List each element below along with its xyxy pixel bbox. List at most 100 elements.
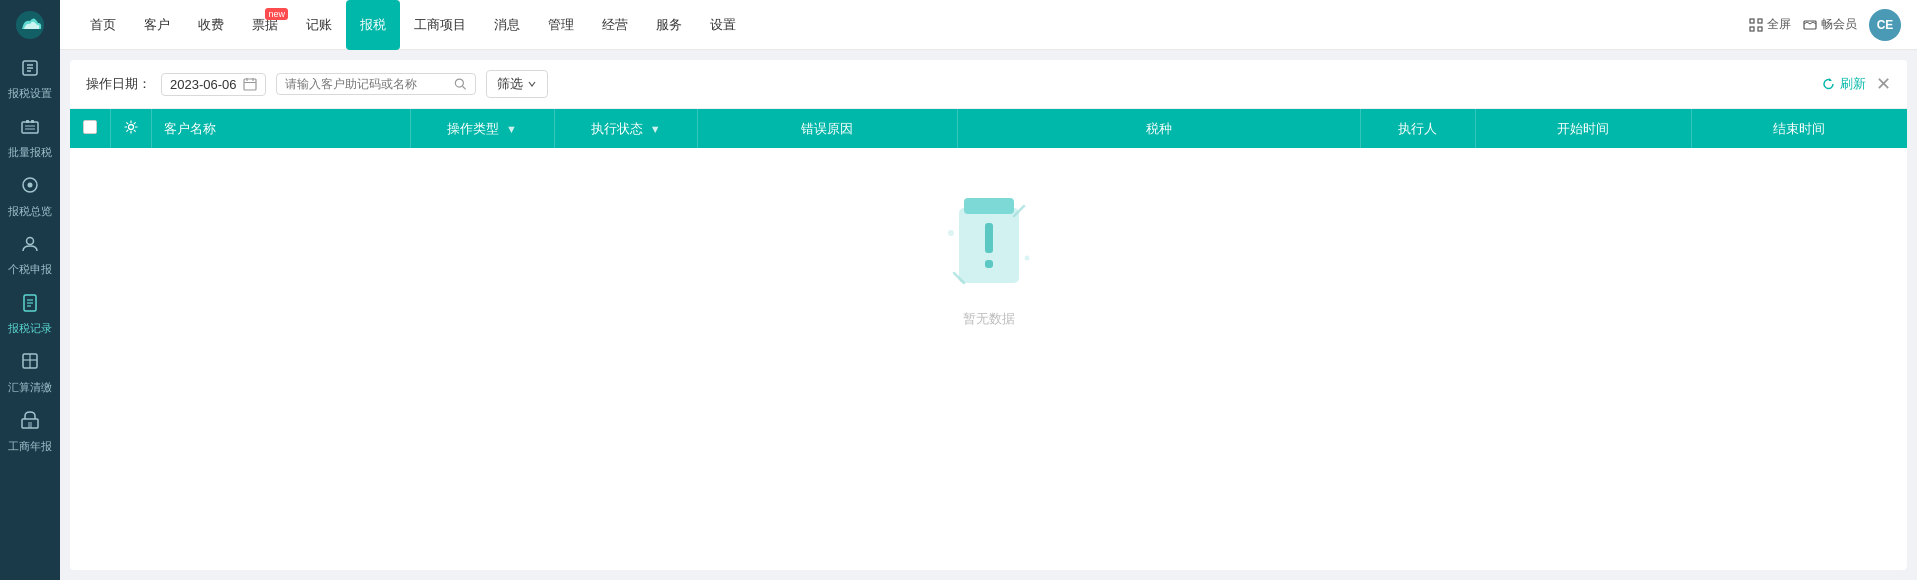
- refresh-button[interactable]: 刷新: [1822, 75, 1866, 93]
- svg-rect-38: [985, 260, 993, 268]
- th-tax-type: 税种: [957, 109, 1360, 148]
- vip-button[interactable]: 畅会员: [1803, 16, 1857, 33]
- avatar-text: CE: [1877, 18, 1894, 32]
- baoshuijilu-icon: [20, 293, 40, 319]
- sidebar-item-baoshuijilu[interactable]: 报税记录: [0, 285, 60, 344]
- sidebar-item-geshuishenbao[interactable]: 个税申报: [0, 226, 60, 285]
- new-badge: new: [265, 8, 288, 21]
- svg-rect-21: [28, 422, 32, 428]
- filter-label: 筛选: [497, 75, 523, 93]
- nav-piaoju[interactable]: 票据 new: [238, 0, 292, 50]
- svg-point-34: [128, 125, 133, 130]
- svg-point-11: [28, 183, 33, 188]
- refresh-icon: [1822, 77, 1836, 91]
- svg-rect-23: [1758, 19, 1762, 23]
- th-exec-status[interactable]: 执行状态 ▼: [554, 109, 698, 148]
- sidebar-item-baoshuishezhi[interactable]: 报税设置: [0, 50, 60, 109]
- settings-icon: [123, 119, 139, 135]
- table-header-row: 客户名称 操作类型 ▼ 执行状态 ▼ 错误原因: [70, 109, 1907, 148]
- nav-homepage[interactable]: 首页: [76, 0, 130, 50]
- sidebar-logo: [0, 0, 60, 50]
- filter-button[interactable]: 筛选: [486, 70, 548, 98]
- search-icon: [454, 77, 467, 91]
- svg-point-41: [948, 230, 954, 236]
- svg-rect-25: [1758, 27, 1762, 31]
- calendar-icon: [243, 77, 257, 91]
- th-error-reason: 错误原因: [698, 109, 957, 148]
- th-checkbox[interactable]: [70, 109, 110, 148]
- filter-icon: ▼: [506, 123, 517, 135]
- sidebar-item-huisuan[interactable]: 汇算清缴: [0, 343, 60, 402]
- th-settings[interactable]: [110, 109, 151, 148]
- table-wrapper: 客户名称 操作类型 ▼ 执行状态 ▼ 错误原因: [70, 109, 1907, 570]
- content: 操作日期： 2023-06-06 筛选 刷新 ✕: [60, 50, 1917, 580]
- nav-customer[interactable]: 客户: [130, 0, 184, 50]
- topnav: 首页 客户 收费 票据 new 记账 报税 工商项目 消息: [60, 0, 1917, 50]
- data-table: 客户名称 操作类型 ▼ 执行状态 ▼ 错误原因: [70, 109, 1907, 148]
- close-button[interactable]: ✕: [1876, 75, 1891, 93]
- date-label: 操作日期：: [86, 75, 151, 93]
- empty-text: 暂无数据: [963, 310, 1015, 328]
- svg-point-42: [1024, 256, 1029, 261]
- svg-rect-37: [985, 223, 993, 253]
- sidebar-item-baoshuizonglan[interactable]: 报税总览: [0, 167, 60, 226]
- svg-rect-9: [31, 120, 34, 123]
- sidebar-item-label: 批量报税: [8, 145, 52, 159]
- nav-shoufei[interactable]: 收费: [184, 0, 238, 50]
- svg-rect-36: [964, 198, 1014, 214]
- empty-state: 暂无数据: [70, 148, 1907, 368]
- th-customer-name: 客户名称: [151, 109, 410, 148]
- vip-label: 畅会员: [1821, 16, 1857, 33]
- nav-xiaoxi[interactable]: 消息: [480, 0, 534, 50]
- avatar[interactable]: CE: [1869, 9, 1901, 41]
- sidebar-item-label: 报税记录: [8, 321, 52, 335]
- th-start-time: 开始时间: [1475, 109, 1691, 148]
- fullscreen-button[interactable]: 全屏: [1749, 16, 1791, 33]
- nav-jingying[interactable]: 经营: [588, 0, 642, 50]
- topnav-right: 全屏 畅会员 CE: [1749, 9, 1901, 41]
- sidebar: 报税设置 批量报税 报税总览 个税申报 报税记录 汇算清缴 工商: [0, 0, 60, 580]
- svg-rect-27: [244, 79, 256, 90]
- svg-point-12: [27, 238, 34, 245]
- date-value: 2023-06-06: [170, 77, 237, 92]
- svg-point-31: [455, 79, 463, 87]
- search-input[interactable]: [285, 77, 448, 91]
- sidebar-item-label: 汇算清缴: [8, 380, 52, 394]
- baoshuishezhi-icon: [20, 58, 40, 84]
- chevron-down-icon: [527, 79, 537, 89]
- nav-gongshang[interactable]: 工商项目: [400, 0, 480, 50]
- search-box[interactable]: [276, 73, 476, 95]
- fullscreen-label: 全屏: [1767, 16, 1791, 33]
- main-wrapper: 首页 客户 收费 票据 new 记账 报税 工商项目 消息: [60, 0, 1917, 580]
- th-end-time: 结束时间: [1691, 109, 1907, 148]
- nav-guanli[interactable]: 管理: [534, 0, 588, 50]
- svg-line-32: [462, 86, 465, 89]
- th-operation-type[interactable]: 操作类型 ▼: [410, 109, 554, 148]
- select-all-checkbox[interactable]: [83, 120, 97, 134]
- gongshangnianbu-icon: [20, 410, 40, 436]
- svg-rect-8: [26, 120, 29, 123]
- nav-baoshui[interactable]: 报税: [346, 0, 400, 50]
- topnav-items: 首页 客户 收费 票据 new 记账 报税 工商项目 消息: [76, 0, 1749, 50]
- refresh-label: 刷新: [1840, 75, 1866, 93]
- geshuishenbao-icon: [20, 234, 40, 260]
- toolbar: 操作日期： 2023-06-06 筛选 刷新 ✕: [70, 60, 1907, 109]
- piliangbaoshui-icon: [20, 117, 40, 143]
- svg-marker-33: [1829, 78, 1832, 81]
- sidebar-item-label: 个税申报: [8, 262, 52, 276]
- svg-rect-5: [22, 122, 38, 133]
- svg-rect-22: [1750, 19, 1754, 23]
- huisuan-icon: [20, 351, 40, 377]
- date-picker[interactable]: 2023-06-06: [161, 73, 266, 96]
- sidebar-item-piliangbaoshui[interactable]: 批量报税: [0, 109, 60, 168]
- nav-fuwu[interactable]: 服务: [642, 0, 696, 50]
- filter-icon: ▼: [650, 123, 661, 135]
- sidebar-item-label: 工商年报: [8, 439, 52, 453]
- empty-icon: [939, 188, 1039, 298]
- sidebar-item-label: 报税总览: [8, 204, 52, 218]
- sidebar-item-gongshangnianbu[interactable]: 工商年报: [0, 402, 60, 461]
- nav-jizhang[interactable]: 记账: [292, 0, 346, 50]
- content-panel: 操作日期： 2023-06-06 筛选 刷新 ✕: [70, 60, 1907, 570]
- svg-rect-24: [1750, 27, 1754, 31]
- nav-shezhi[interactable]: 设置: [696, 0, 750, 50]
